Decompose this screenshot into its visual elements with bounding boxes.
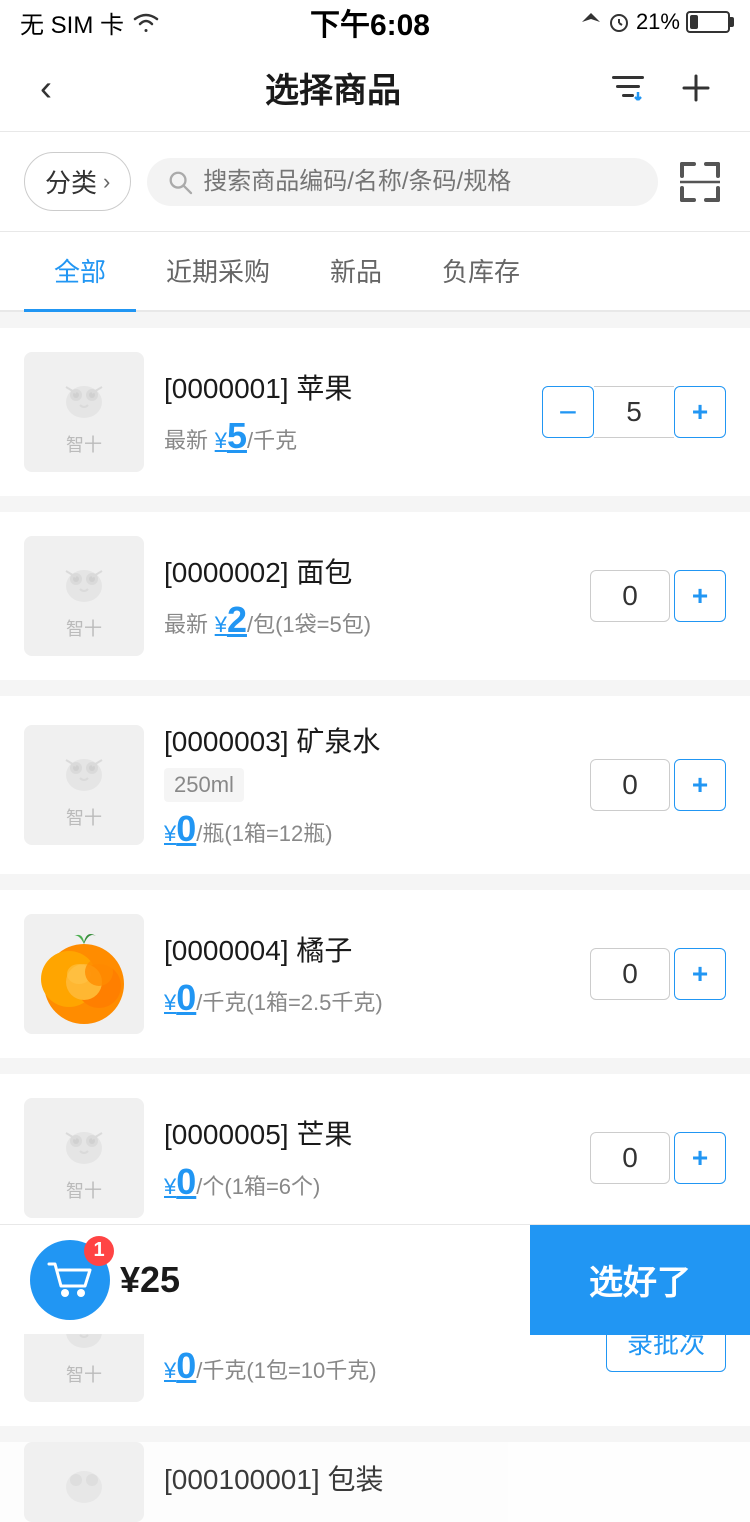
wifi-icon [132, 11, 160, 33]
product-item: 智十 [0000005] 芒果 ¥0/个(1箱=6个) + [0, 1074, 750, 1242]
quantity-increase-button[interactable]: + [674, 948, 726, 1000]
product-name: [0000002] 面包 [164, 551, 570, 591]
nav-bar: ‹ 选择商品 [0, 44, 750, 132]
product-list: 智十 [0000001] 苹果 最新 ¥5/千克 − + [0, 328, 750, 1522]
cart-badge: 1 [84, 1236, 114, 1266]
back-button[interactable]: ‹ [30, 57, 62, 119]
category-button[interactable]: 分类 › [24, 152, 131, 211]
cart-icon [47, 1260, 93, 1300]
product-price: ¥0/个(1箱=6个) [164, 1161, 570, 1203]
quantity-control: + [590, 1132, 726, 1184]
status-time: 下午6:08 [310, 0, 430, 44]
tab-negative-stock[interactable]: 负库存 [412, 232, 550, 312]
product-price: ¥0/瓶(1箱=12瓶) [164, 808, 570, 850]
product-info: [000100001] 包装 [164, 1458, 726, 1506]
cart-area: 1 ¥25 [0, 1240, 530, 1320]
quantity-increase-button[interactable]: + [674, 386, 726, 438]
product-item: 智十 [0000003] 矿泉水 250ml ¥0/瓶(1箱=12瓶) + [0, 696, 750, 874]
owl-placeholder-icon [54, 740, 114, 800]
tab-new[interactable]: 新品 [300, 232, 412, 312]
battery-icon [686, 11, 730, 33]
product-info: [0000002] 面包 最新 ¥2/包(1袋=5包) [164, 551, 570, 641]
product-item: 智十 [0000001] 苹果 最新 ¥5/千克 − + [0, 328, 750, 496]
add-button[interactable] [672, 64, 720, 112]
product-item: 智十 [0000002] 面包 最新 ¥2/包(1袋=5包) + [0, 512, 750, 680]
search-input-wrap [147, 158, 658, 206]
orange-image [24, 914, 144, 1034]
filter-icon [608, 70, 648, 106]
chevron-right-icon: › [103, 169, 110, 195]
status-bar: 无 SIM 卡 下午6:08 21% [0, 0, 750, 44]
quantity-input[interactable] [590, 570, 670, 622]
product-name: [0000004] 橘子 [164, 929, 570, 969]
quantity-control: − + [542, 386, 726, 438]
scan-button[interactable] [674, 156, 726, 208]
owl-placeholder-icon [54, 551, 114, 611]
confirm-button[interactable]: 选好了 [530, 1225, 750, 1335]
product-price: 最新 ¥5/千克 [164, 415, 522, 457]
cart-total: ¥25 [120, 1259, 180, 1301]
location-icon [580, 11, 602, 33]
search-icon [167, 168, 193, 196]
battery-percent: 21% [636, 9, 680, 35]
sim-label: 无 SIM 卡 [20, 5, 124, 40]
quantity-input[interactable] [594, 386, 674, 438]
add-icon [678, 70, 714, 106]
owl-placeholder-icon [54, 1113, 114, 1173]
search-bar: 分类 › [0, 132, 750, 232]
product-thumbnail: 智十 [24, 1098, 144, 1218]
status-right: 21% [580, 9, 730, 35]
product-thumbnail: 智十 [24, 725, 144, 845]
product-item: [0000004] 橘子 ¥0/千克(1箱=2.5千克) + [0, 890, 750, 1058]
alarm-icon [608, 11, 630, 33]
product-name: [000100001] 包装 [164, 1458, 726, 1498]
tab-bar: 全部 近期采购 新品 负库存 [0, 232, 750, 312]
quantity-input[interactable] [590, 759, 670, 811]
product-name: [0000003] 矿泉水 [164, 720, 570, 760]
product-price: ¥0/千克(1包=10千克) [164, 1345, 586, 1387]
product-thumbnail: 智十 [24, 536, 144, 656]
product-spec: 250ml [164, 768, 244, 802]
product-name: [0000005] 芒果 [164, 1113, 570, 1153]
quantity-input[interactable] [590, 1132, 670, 1184]
product-thumbnail [24, 1442, 144, 1522]
quantity-increase-button[interactable]: + [674, 1132, 726, 1184]
page-title: 选择商品 [265, 63, 401, 112]
owl-placeholder-icon [54, 367, 114, 427]
scan-icon [677, 159, 723, 205]
quantity-increase-button[interactable]: + [674, 570, 726, 622]
tab-recent[interactable]: 近期采购 [136, 232, 300, 312]
cart-button[interactable]: 1 [30, 1240, 110, 1320]
bottom-bar: 1 ¥25 选好了 [0, 1224, 750, 1334]
quantity-increase-button[interactable]: + [674, 759, 726, 811]
product-name: [0000001] 苹果 [164, 367, 522, 407]
product-price: ¥0/千克(1箱=2.5千克) [164, 977, 570, 1019]
category-label: 分类 [45, 163, 97, 200]
owl-placeholder-icon [54, 1452, 114, 1512]
status-left: 无 SIM 卡 [20, 5, 160, 40]
tab-all[interactable]: 全部 [24, 232, 136, 312]
quantity-control: + [590, 759, 726, 811]
filter-icon-button[interactable] [604, 64, 652, 112]
quantity-control: + [590, 948, 726, 1000]
quantity-control: + [590, 570, 726, 622]
search-input[interactable] [203, 168, 638, 196]
product-item: [000100001] 包装 [0, 1442, 750, 1522]
product-thumbnail [24, 914, 144, 1034]
product-info: [0000001] 苹果 最新 ¥5/千克 [164, 367, 522, 457]
product-info: [0000003] 矿泉水 250ml ¥0/瓶(1箱=12瓶) [164, 720, 570, 850]
product-price: 最新 ¥2/包(1袋=5包) [164, 599, 570, 641]
quantity-input[interactable] [590, 948, 670, 1000]
product-thumbnail: 智十 [24, 352, 144, 472]
quantity-decrease-button[interactable]: − [542, 386, 594, 438]
product-info: [0000004] 橘子 ¥0/千克(1箱=2.5千克) [164, 929, 570, 1019]
product-info: [0000005] 芒果 ¥0/个(1箱=6个) [164, 1113, 570, 1203]
nav-icons [604, 64, 720, 112]
